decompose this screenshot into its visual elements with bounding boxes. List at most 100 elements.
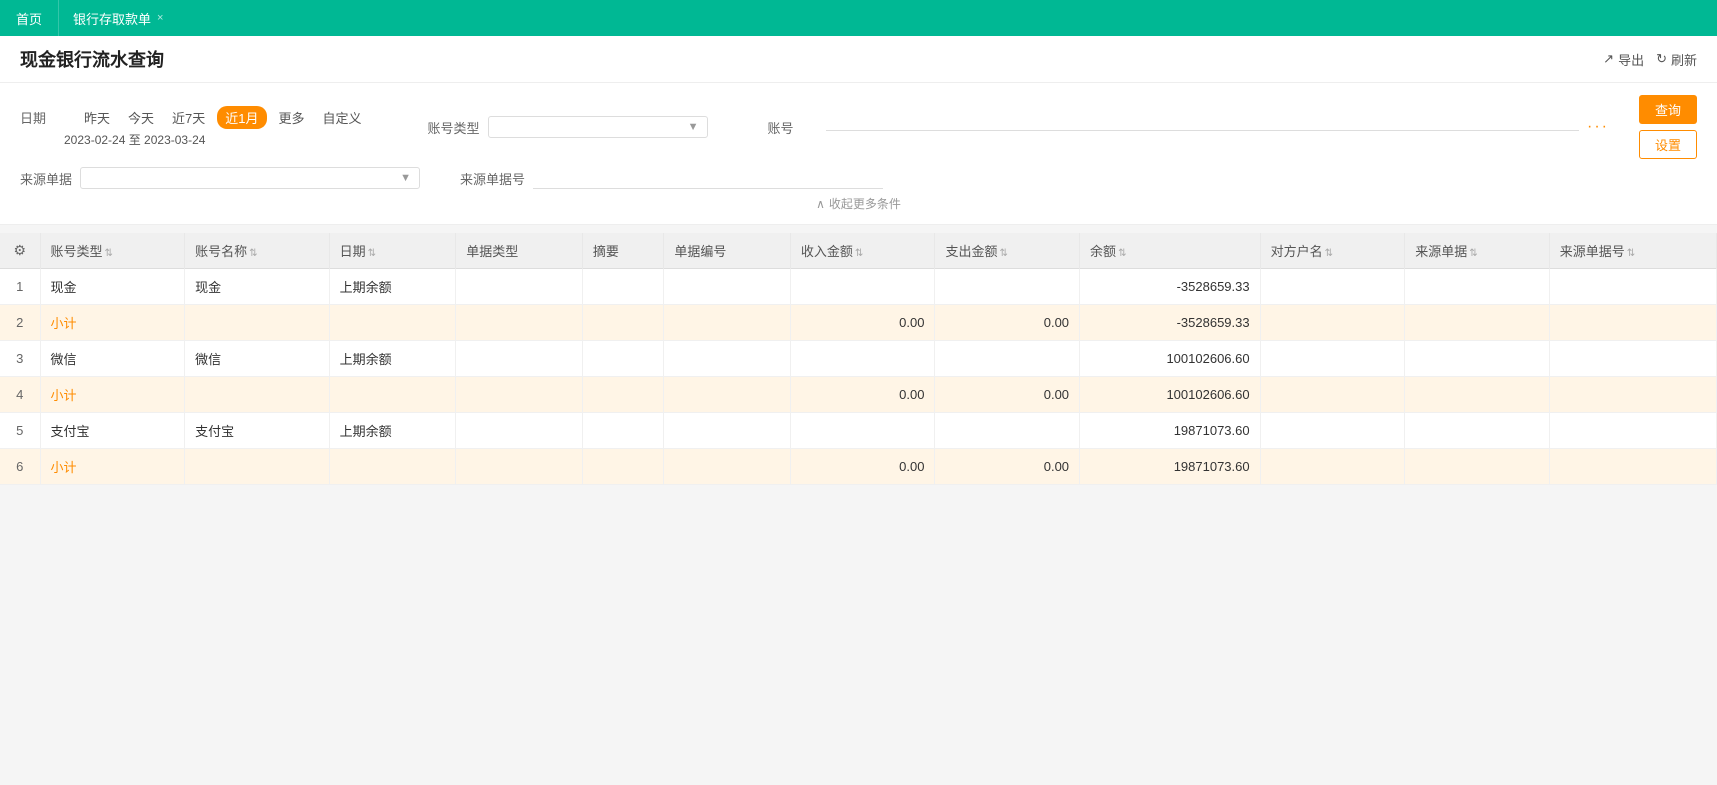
table-cell-gear: 5 [0,413,40,449]
account-type-select[interactable]: ▼ [488,116,708,138]
table-cell-doc_no [664,305,791,341]
source-doc-no-input[interactable] [533,167,883,189]
table-cell-doc_type [456,269,583,305]
table-cell-account_name [185,305,330,341]
settings-button[interactable]: 设置 [1639,130,1697,159]
query-button[interactable]: 查询 [1639,95,1697,124]
date-option-近1月[interactable]: 近1月 [217,106,266,129]
table-cell-source_doc [1405,305,1550,341]
table-cell-summary [582,449,664,485]
source-doc-select[interactable]: ▼ [80,167,420,189]
table-body: 1现金现金上期余额-3528659.332小计0.000.00-3528659.… [0,269,1717,485]
table-row: 5支付宝支付宝上期余额19871073.60 [0,413,1717,449]
table-cell-income: 0.00 [790,449,935,485]
table-row: 6小计0.000.0019871073.60 [0,449,1717,485]
refresh-button[interactable]: ↻ 刷新 [1656,50,1697,69]
col-header-date[interactable]: 日期⇅ [329,233,456,269]
table-cell-account_name: 支付宝 [185,413,330,449]
table-cell-account_name [185,377,330,413]
export-label: 导出 [1618,50,1644,69]
table-cell-balance: -3528659.33 [1080,305,1261,341]
sort-icon: ⇅ [1469,248,1477,259]
table-row: 2小计0.000.00-3528659.33 [0,305,1717,341]
table-container: ⚙账号类型⇅账号名称⇅日期⇅单据类型摘要单据编号收入金额⇅支出金额⇅余额⇅对方户… [0,233,1717,485]
page-title: 现金银行流水查询 [20,46,164,72]
col-header-balance[interactable]: 余额⇅ [1080,233,1261,269]
table-cell-doc_type [456,341,583,377]
col-header-counterpart[interactable]: 对方户名⇅ [1260,233,1405,269]
collapse-bar[interactable]: ∧ 收起更多条件 [20,189,1697,212]
table-cell-doc_type [456,413,583,449]
table-cell-doc_no [664,449,791,485]
nav-tab-银行存取款单[interactable]: 银行存取款单× [58,0,203,36]
table-cell-income: 0.00 [790,305,935,341]
table-cell-counterpart [1260,341,1405,377]
col-header-doc_type: 单据类型 [456,233,583,269]
table-cell-summary [582,269,664,305]
sort-icon: ⇅ [1325,248,1333,259]
date-option-更多[interactable]: 更多 [273,106,311,129]
table-cell-date: 上期余额 [329,341,456,377]
col-header-account_name[interactable]: 账号名称⇅ [185,233,330,269]
gear-settings-icon[interactable]: ⚙ [13,242,26,258]
export-button[interactable]: ↗ 导出 [1603,50,1644,69]
refresh-icon: ↻ [1656,51,1667,67]
table-cell-account_name [185,449,330,485]
sort-icon: ⇅ [999,248,1007,259]
table-cell-balance: 100102606.60 [1080,377,1261,413]
table-cell-counterpart [1260,413,1405,449]
table-cell-source_doc_no [1549,377,1716,413]
table-cell-summary [582,413,664,449]
table-cell-account_type: 支付宝 [40,413,185,449]
date-option-近7天[interactable]: 近7天 [166,106,211,129]
date-range: 2023-02-24 至 2023-03-24 [64,131,205,148]
date-option-今天[interactable]: 今天 [122,106,160,129]
page-header: 现金银行流水查询 ↗ 导出 ↻ 刷新 [0,36,1717,83]
table-cell-balance: 100102606.60 [1080,341,1261,377]
filter-row-1: 日期 昨天今天近7天近1月更多自定义 2023-02-24 至 2023-03-… [20,95,1697,159]
col-header-source_doc_no[interactable]: 来源单据号⇅ [1549,233,1716,269]
account-input[interactable] [826,124,1579,131]
col-header-source_doc[interactable]: 来源单据⇅ [1405,233,1550,269]
filter-area: 日期 昨天今天近7天近1月更多自定义 2023-02-24 至 2023-03-… [0,83,1717,225]
col-header-expense[interactable]: 支出金额⇅ [935,233,1080,269]
refresh-label: 刷新 [1671,50,1697,69]
table-cell-gear: 2 [0,305,40,341]
table-cell-source_doc_no [1549,341,1716,377]
table-cell-account_type: 小计 [40,305,185,341]
col-header-income[interactable]: 收入金额⇅ [790,233,935,269]
table-cell-account_type: 小计 [40,377,185,413]
table-cell-summary [582,305,664,341]
table-cell-source_doc_no [1549,269,1716,305]
table-cell-source_doc [1405,269,1550,305]
date-option-昨天[interactable]: 昨天 [78,106,116,129]
table-cell-source_doc [1405,449,1550,485]
sort-icon: ⇅ [1627,248,1635,259]
table-cell-expense [935,413,1080,449]
tab-close-icon[interactable]: × [157,12,163,24]
table-cell-balance: 19871073.60 [1080,449,1261,485]
table-cell-date [329,305,456,341]
table-row: 3微信微信上期余额100102606.60 [0,341,1717,377]
table-cell-date [329,377,456,413]
nav-home[interactable]: 首页 [0,0,58,36]
collapse-arrow-icon: ∧ [816,197,825,211]
source-doc-field: 来源单据 ▼ [20,167,420,189]
date-option-自定义[interactable]: 自定义 [317,106,368,129]
table-row: 4小计0.000.00100102606.60 [0,377,1717,413]
table-cell-balance: -3528659.33 [1080,269,1261,305]
table-cell-expense: 0.00 [935,305,1080,341]
sort-icon: ⇅ [1118,248,1126,259]
filter-row-2: 来源单据 ▼ 来源单据号 [20,167,1697,189]
table-cell-source_doc [1405,377,1550,413]
table-header: ⚙账号类型⇅账号名称⇅日期⇅单据类型摘要单据编号收入金额⇅支出金额⇅余额⇅对方户… [0,233,1717,269]
col-header-account_type[interactable]: 账号类型⇅ [40,233,185,269]
top-navigation: 首页 收款单×付款单×其他收入单×应收应付调整单×银行存取款单×预收冲应收单×收… [0,0,1717,36]
col-header-doc_no: 单据编号 [664,233,791,269]
table-cell-doc_no [664,377,791,413]
sort-icon: ⇅ [368,248,376,259]
data-table: ⚙账号类型⇅账号名称⇅日期⇅单据类型摘要单据编号收入金额⇅支出金额⇅余额⇅对方户… [0,233,1717,485]
table-cell-source_doc_no [1549,413,1716,449]
table-cell-source_doc_no [1549,449,1716,485]
more-dots-icon[interactable]: ··· [1587,118,1609,136]
